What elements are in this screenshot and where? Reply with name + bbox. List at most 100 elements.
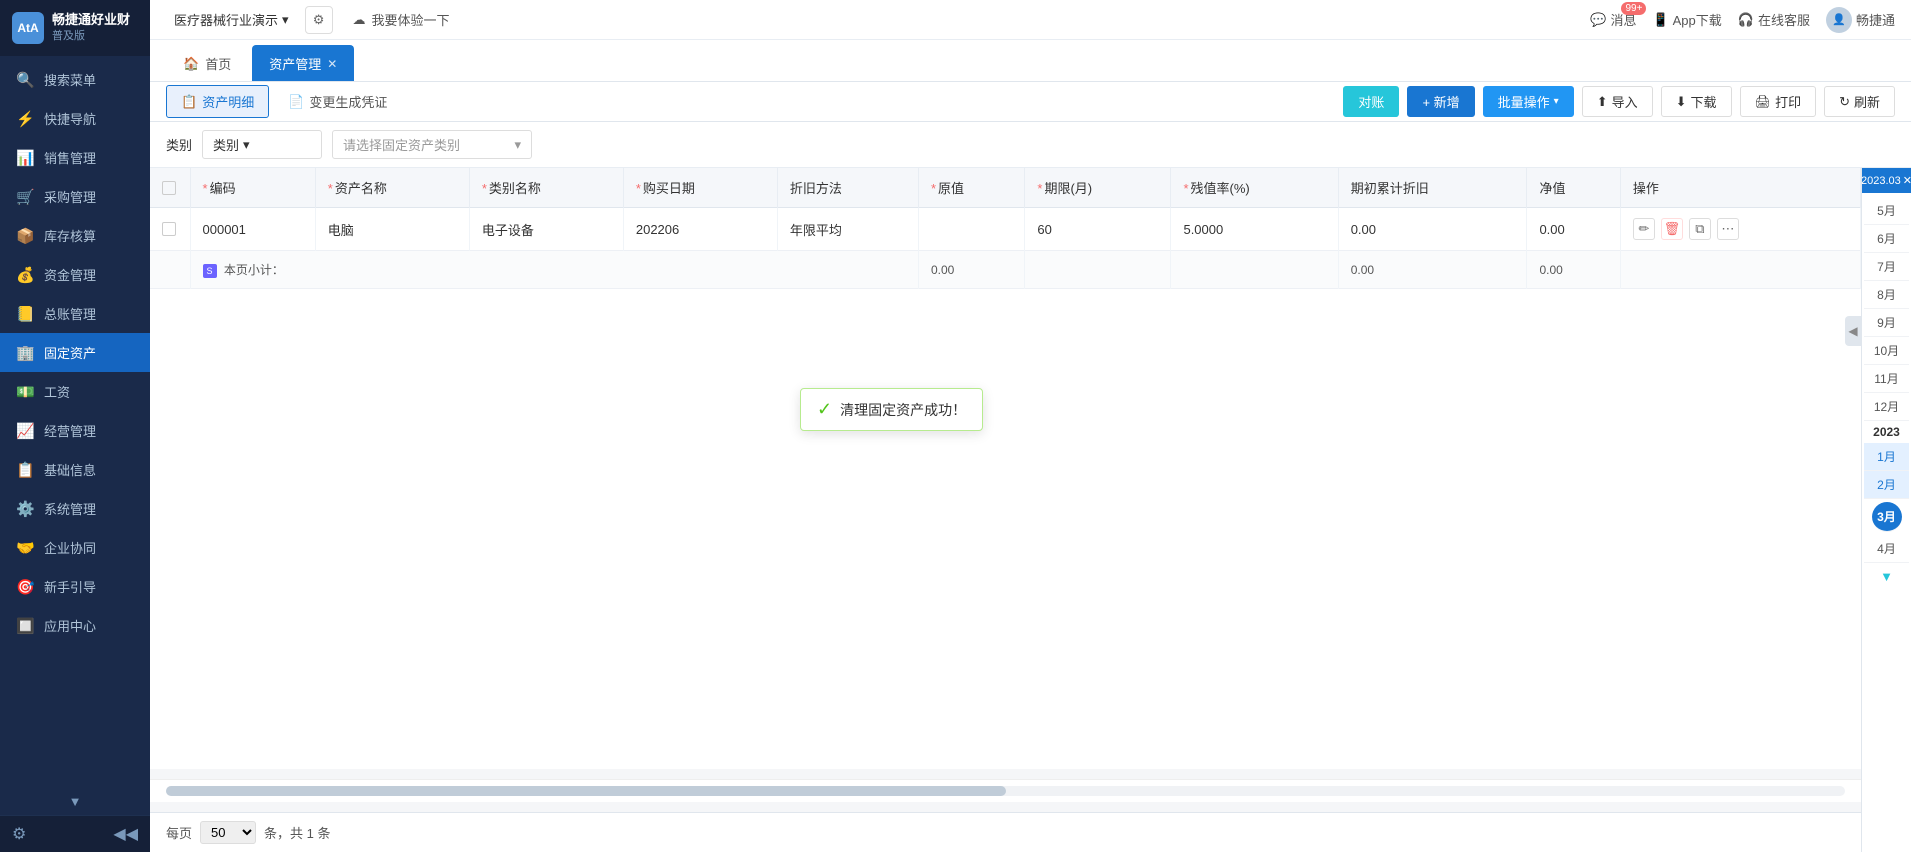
import-button[interactable]: ⬆ 导入: [1582, 86, 1653, 117]
sidebar-item-label: 快捷导航: [44, 109, 96, 128]
batch-ops-button[interactable]: 批量操作 ▾: [1483, 86, 1574, 117]
sidebar-item-label: 工资: [44, 382, 70, 401]
tab-home[interactable]: 🏠 首页: [166, 45, 248, 81]
subtotal-icon: S: [203, 264, 217, 278]
voucher-icon: 📄: [288, 94, 304, 110]
horizontal-scrollbar[interactable]: [150, 779, 1861, 802]
sidebar-item-inventory[interactable]: 📦 库存核算: [0, 216, 150, 255]
company-selector[interactable]: 医疗器械行业演示 ▾: [166, 6, 297, 33]
sidebar-item-label: 销售管理: [44, 148, 96, 167]
calendar-month-7[interactable]: 7月: [1864, 253, 1909, 281]
user-menu[interactable]: 👤 畅捷通: [1826, 7, 1895, 33]
calendar-month-12[interactable]: 12月: [1864, 393, 1909, 421]
category-select[interactable]: 类别 ▾: [202, 130, 322, 159]
th-period: *期限(月): [1025, 168, 1171, 208]
sidebar-item-sales[interactable]: 📊 销售管理: [0, 138, 150, 177]
th-original-value: *原值: [918, 168, 1024, 208]
download-button[interactable]: ⬇ 下载: [1661, 86, 1732, 117]
th-net-value: 净值: [1527, 168, 1620, 208]
calendar-month-9[interactable]: 9月: [1864, 309, 1909, 337]
topbar: 医疗器械行业演示 ▾ ⚙ ☁ 我要体验一下 💬 消息 99+ 📱 App下载 🎧…: [150, 0, 1911, 40]
new-button[interactable]: + 新增: [1407, 86, 1474, 117]
settings-icon[interactable]: ⚙: [12, 824, 26, 844]
td-checkbox: [150, 208, 190, 251]
collapse-icon[interactable]: ◀◀: [113, 824, 138, 844]
calendar-month-11[interactable]: 11月: [1864, 365, 1909, 393]
calendar-month-1[interactable]: 1月: [1864, 443, 1909, 471]
edit-button[interactable]: ✏: [1633, 218, 1655, 240]
page-size-label: 每页: [166, 823, 192, 842]
calendar-month-8[interactable]: 8月: [1864, 281, 1909, 309]
sidebar-item-operations[interactable]: 📈 经营管理: [0, 411, 150, 450]
calendar-month-2[interactable]: 2月: [1864, 471, 1909, 499]
calendar-header[interactable]: 2023.03 ✕: [1862, 168, 1911, 193]
page-size-select[interactable]: 50 100 200: [200, 821, 256, 844]
total-count-label: 条，共 1 条: [264, 823, 330, 842]
sidebar-scroll-down[interactable]: ▼: [0, 788, 150, 815]
calendar-year-2023: 2023: [1871, 421, 1902, 443]
more-button[interactable]: ⋯: [1717, 218, 1739, 240]
sidebar-item-label: 系统管理: [44, 499, 96, 518]
sidebar-item-enterprise[interactable]: 🤝 企业协同: [0, 528, 150, 567]
reconcile-button[interactable]: 对账: [1343, 86, 1399, 117]
messages-button[interactable]: 💬 消息 99+: [1590, 10, 1636, 29]
main-area: 医疗器械行业演示 ▾ ⚙ ☁ 我要体验一下 💬 消息 99+ 📱 App下载 🎧…: [150, 0, 1911, 852]
tab-asset-management[interactable]: 资产管理 ✕: [252, 45, 354, 81]
sub-tabs-right: 对账 + 新增 批量操作 ▾ ⬆ 导入 ⬇ 下载 🖨: [1343, 86, 1895, 117]
sub-tabs-left: 📋 资产明细 📄 变更生成凭证: [166, 85, 402, 118]
sidebar-item-ledger[interactable]: 📒 总账管理: [0, 294, 150, 333]
delete-button[interactable]: 🗑: [1661, 218, 1683, 240]
sidebar-item-guide[interactable]: 🎯 新手引导: [0, 567, 150, 606]
sidebar-item-search[interactable]: 🔍 搜索菜单: [0, 60, 150, 99]
th-residual-rate: *残值率(%): [1171, 168, 1338, 208]
calendar-month-3-current[interactable]: 3月: [1872, 502, 1902, 532]
calendar-expand-icon[interactable]: ▼: [1874, 563, 1899, 590]
subtotal-initial: 0.00: [1338, 251, 1527, 289]
app-center-icon: 🔲: [16, 617, 34, 635]
td-initial-accumulated: 0.00: [1338, 208, 1527, 251]
topbar-right: 💬 消息 99+ 📱 App下载 🎧 在线客服 👤 畅捷通: [1590, 7, 1895, 33]
right-panel-toggle[interactable]: ◀: [1845, 316, 1861, 346]
calendar-month-5[interactable]: 5月: [1864, 197, 1909, 225]
sidebar-item-fixed-assets[interactable]: 🏢 固定资产: [0, 333, 150, 372]
print-icon: 🖨: [1755, 94, 1772, 110]
refresh-button[interactable]: ↻ 刷新: [1824, 86, 1895, 117]
category-label: 类别: [166, 135, 192, 154]
app-version: 普及版: [52, 29, 130, 43]
sub-tab-asset-detail[interactable]: 📋 资产明细: [166, 85, 269, 118]
sales-icon: 📊: [16, 149, 34, 167]
guide-icon: 🎯: [16, 578, 34, 596]
copy-button[interactable]: ⧉: [1689, 218, 1711, 240]
sidebar-item-purchase[interactable]: 🛒 采购管理: [0, 177, 150, 216]
calendar-close-icon[interactable]: ✕: [1903, 174, 1911, 187]
subtotal-row: S 本页小计： 0.00 0.00 0.00: [150, 251, 1861, 289]
enterprise-icon: 🤝: [16, 539, 34, 557]
online-service-button[interactable]: 🎧 在线客服: [1738, 10, 1810, 29]
inventory-icon: 📦: [16, 227, 34, 245]
calendar-month-10[interactable]: 10月: [1864, 337, 1909, 365]
sidebar-item-payroll[interactable]: 💵 工资: [0, 372, 150, 411]
tab-close-icon[interactable]: ✕: [327, 57, 337, 71]
sidebar-item-app-center[interactable]: 🔲 应用中心: [0, 606, 150, 645]
sidebar-item-basic-info[interactable]: 📋 基础信息: [0, 450, 150, 489]
sub-tab-change-voucher[interactable]: 📄 变更生成凭证: [273, 85, 402, 118]
sidebar-item-funds[interactable]: 💰 资金管理: [0, 255, 150, 294]
category-type-input[interactable]: 请选择固定资产类别 ▾: [332, 130, 532, 159]
funds-icon: 💰: [16, 266, 34, 284]
experience-link[interactable]: ☁ 我要体验一下: [353, 10, 450, 29]
calendar-header-label: 2023.03: [1861, 175, 1901, 187]
td-period: 60: [1025, 208, 1171, 251]
tab-asset-management-label: 资产管理: [269, 54, 321, 73]
sidebar-item-system[interactable]: ⚙️ 系统管理: [0, 489, 150, 528]
calendar-month-6[interactable]: 6月: [1864, 225, 1909, 253]
toast-check-icon: ✓: [817, 399, 832, 420]
print-button[interactable]: 🖨 打印: [1740, 86, 1817, 117]
settings-button[interactable]: ⚙: [305, 6, 333, 34]
row-checkbox[interactable]: [162, 222, 176, 236]
select-all-checkbox[interactable]: [162, 181, 176, 195]
sidebar-item-quick-nav[interactable]: ⚡ 快捷导航: [0, 99, 150, 138]
service-icon: 🎧: [1738, 12, 1754, 28]
app-download-button[interactable]: 📱 App下载: [1652, 10, 1721, 29]
assets-table: *编码 *资产名称 *类别名称 *购买日期 折旧方法 *原值 *期限(月) *残…: [150, 168, 1861, 289]
calendar-month-4[interactable]: 4月: [1864, 535, 1909, 563]
